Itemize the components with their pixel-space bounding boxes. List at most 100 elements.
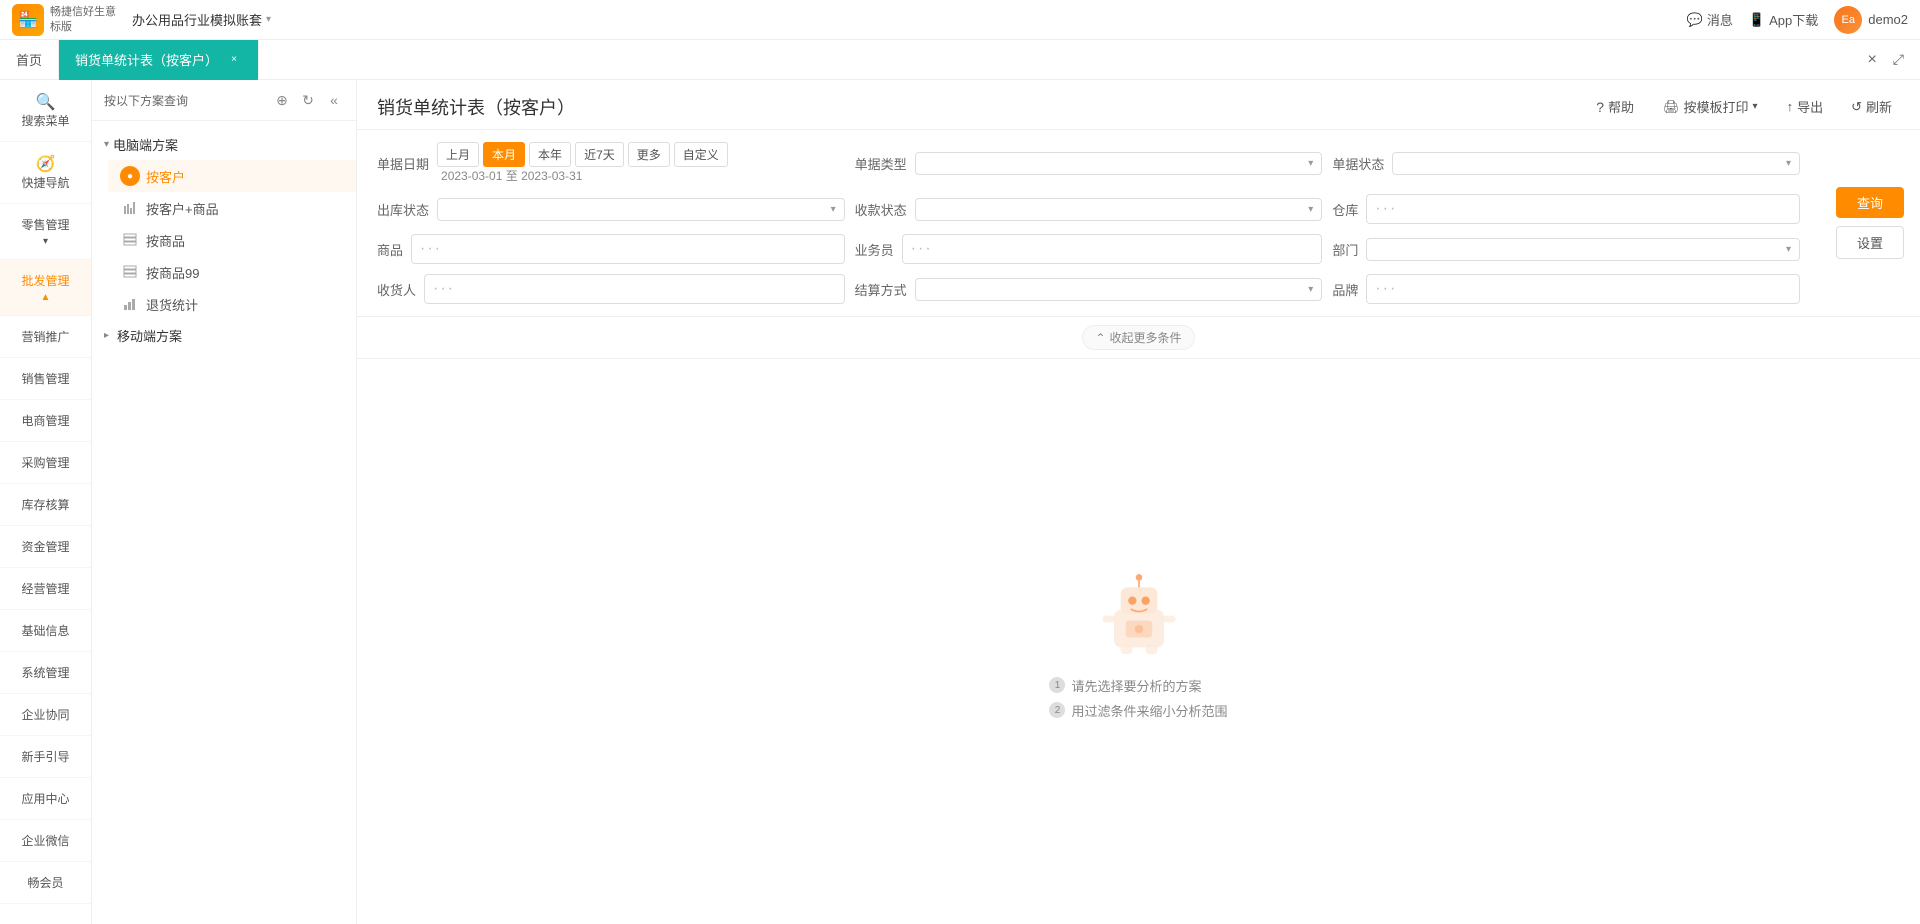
header-right: 💬 消息 📱 App下载 Ea demo2	[1687, 6, 1908, 34]
add-scheme-button[interactable]: ⊕	[272, 90, 292, 110]
hint-num-1: 1	[1049, 677, 1065, 693]
brand-input[interactable]: ···	[1366, 274, 1800, 304]
desktop-scheme-children: ● 按客户 按客户+商品	[92, 160, 356, 320]
sidebar-item-operations[interactable]: 经营管理	[0, 568, 91, 610]
sidebar-item-marketing[interactable]: 营销推广	[0, 316, 91, 358]
collapse-panel-button[interactable]: «	[324, 90, 344, 110]
date-btn-more[interactable]: 更多	[628, 142, 670, 167]
left-panel: 按以下方案查询 ⊕ ↻ « ▾ 电脑端方案	[92, 80, 357, 924]
window-maximize-icon[interactable]: ⤢	[1885, 47, 1912, 72]
tab-home[interactable]: 首页	[0, 40, 59, 80]
collapse-button[interactable]: ⌃ 收起更多条件	[1082, 325, 1194, 350]
goods-input[interactable]: ···	[411, 234, 845, 264]
select-arrow-icon4: ▾	[1308, 204, 1313, 215]
window-close-icon[interactable]: ×	[1859, 47, 1884, 73]
tab-close-icon[interactable]: ×	[226, 52, 242, 68]
date-btn-this-month[interactable]: 本月	[483, 142, 525, 167]
refresh-button[interactable]: ↺ 刷新	[1843, 93, 1900, 120]
search-icon: 🔍	[8, 92, 83, 112]
mobile-scheme-parent[interactable]: ▸ 移动端方案	[92, 320, 356, 351]
recipient-input[interactable]: ···	[424, 274, 845, 304]
date-btn-this-year[interactable]: 本年	[529, 142, 571, 167]
sidebar-item-retail[interactable]: 零售管理 ▾	[0, 204, 91, 260]
scheme-refund-stats[interactable]: 退货统计	[108, 288, 356, 320]
print-button[interactable]: 🖨 按模板打印 ▾	[1654, 92, 1767, 121]
help-button[interactable]: ? 帮助	[1588, 93, 1642, 120]
date-range-display: 2023-03-01 至 2023-03-31	[441, 167, 845, 184]
tab-bar: 首页 销货单统计表（按客户） × × ⤢	[0, 40, 1920, 80]
main-layout: 🔍 搜索菜单 🧭 快捷导航 零售管理 ▾ 批发管理 ▲ 营销推广 销售管理 电商…	[0, 80, 1920, 924]
filter-section-wrapper: 单据日期 上月 本月 本年 近7天 更多 自定义 20	[357, 130, 1920, 317]
collapse-icon: «	[330, 92, 338, 108]
staff-input[interactable]: ···	[902, 234, 1323, 264]
scheme-tree: ▾ 电脑端方案 ● 按客户	[92, 121, 356, 359]
export-button[interactable]: ↑ 导出	[1779, 93, 1832, 120]
export-icon: ↑	[1787, 99, 1794, 114]
sidebar-item-app-center[interactable]: 应用中心	[0, 778, 91, 820]
sidebar-item-system[interactable]: 系统管理	[0, 652, 91, 694]
out-status-select[interactable]: ▾	[437, 198, 845, 221]
sidebar-item-ecommerce[interactable]: 电商管理	[0, 400, 91, 442]
sidebar-item-corp-collab[interactable]: 企业协同	[0, 694, 91, 736]
tree-expand-icon: ▾	[104, 139, 109, 150]
right-panel: 销货单统计表（按客户） ? 帮助 🖨 按模板打印 ▾ ↑ 导出	[357, 80, 1920, 924]
content-area: 按以下方案查询 ⊕ ↻ « ▾ 电脑端方案	[92, 80, 1920, 924]
chevron-down-icon: ▾	[43, 236, 48, 247]
app-download-action[interactable]: 📱 App下载	[1749, 10, 1818, 29]
scheme-by-goods[interactable]: 按商品	[108, 224, 356, 256]
help-icon: ?	[1596, 99, 1604, 115]
sidebar: 🔍 搜索菜单 🧭 快捷导航 零售管理 ▾ 批发管理 ▲ 营销推广 销售管理 电商…	[0, 80, 92, 924]
hint-num-2: 2	[1049, 702, 1065, 718]
logo-area: 🏪 畅捷信好生意 标版	[12, 4, 116, 36]
sidebar-item-sales[interactable]: 销售管理	[0, 358, 91, 400]
receipt-status-select[interactable]: ▾	[915, 198, 1323, 221]
dept-select[interactable]: ▾	[1366, 238, 1800, 261]
filter-recipient: 收货人 ···	[377, 274, 845, 304]
sidebar-item-finance[interactable]: 资金管理	[0, 526, 91, 568]
filter-row-4: 收货人 ··· 结算方式 ▾	[377, 274, 1800, 304]
filter-out-status: 出库状态 ▾	[377, 194, 845, 224]
print-icon: 🖨	[1663, 99, 1680, 115]
sidebar-item-inventory[interactable]: 库存核算	[0, 484, 91, 526]
message-action[interactable]: 💬 消息	[1687, 10, 1733, 29]
date-btn-last-month[interactable]: 上月	[437, 142, 479, 167]
date-btn-custom[interactable]: 自定义	[674, 142, 728, 167]
empty-hint-2: 2 用过滤条件来缩小分析范围	[1049, 701, 1227, 720]
sidebar-item-basic[interactable]: 基础信息	[0, 610, 91, 652]
settings-button[interactable]: 设置	[1836, 226, 1904, 259]
scheme-by-goods-99[interactable]: 按商品99	[108, 256, 356, 288]
chevron-up-icon: ⌃	[1095, 331, 1105, 345]
scheme-by-customer[interactable]: ● 按客户	[108, 160, 356, 192]
order-type-select[interactable]: ▾	[915, 152, 1323, 175]
sidebar-item-purchase[interactable]: 采购管理	[0, 442, 91, 484]
desktop-scheme-parent[interactable]: ▾ 电脑端方案	[92, 129, 356, 160]
sidebar-item-member[interactable]: 畅会员	[0, 862, 91, 904]
sidebar-item-newbie[interactable]: 新手引导	[0, 736, 91, 778]
plus-icon: ⊕	[276, 92, 288, 109]
settlement-select[interactable]: ▾	[915, 278, 1323, 301]
user-area[interactable]: Ea demo2	[1834, 6, 1908, 34]
refresh-scheme-button[interactable]: ↻	[298, 90, 318, 110]
page-title: 销货单统计表（按客户）	[377, 94, 575, 120]
tab-bar-right: × ⤢	[259, 47, 1920, 73]
order-status-select[interactable]: ▾	[1392, 152, 1800, 175]
date-btn-last-7days[interactable]: 近7天	[575, 142, 624, 167]
filter-receipt-status: 收款状态 ▾	[855, 194, 1323, 224]
nav-icon: 🧭	[8, 154, 83, 174]
app-selector[interactable]: 办公用品行业模拟账套 ▾	[124, 6, 279, 33]
sidebar-item-wholesale[interactable]: 批发管理 ▲	[0, 260, 91, 316]
filter-order-status: 单据状态 ▾	[1332, 142, 1800, 184]
filter-warehouse: 仓库 ···	[1332, 194, 1800, 224]
chevron-down-icon: ▾	[266, 14, 271, 25]
query-button[interactable]: 查询	[1836, 187, 1904, 218]
sidebar-item-search-menu[interactable]: 🔍 搜索菜单	[0, 80, 91, 142]
download-icon: 📱	[1749, 12, 1765, 28]
sidebar-item-quick-nav[interactable]: 🧭 快捷导航	[0, 142, 91, 204]
filter-action-buttons: 查询 设置	[1836, 187, 1904, 259]
sidebar-item-corp-wechat[interactable]: 企业微信	[0, 820, 91, 862]
warehouse-input[interactable]: ···	[1366, 194, 1800, 224]
message-icon: 💬	[1687, 12, 1703, 28]
tab-sales-stats[interactable]: 销货单统计表（按客户） ×	[59, 40, 259, 80]
scheme-by-customer-goods[interactable]: 按客户+商品	[108, 192, 356, 224]
settlement-arrow-icon: ▾	[1308, 284, 1313, 295]
